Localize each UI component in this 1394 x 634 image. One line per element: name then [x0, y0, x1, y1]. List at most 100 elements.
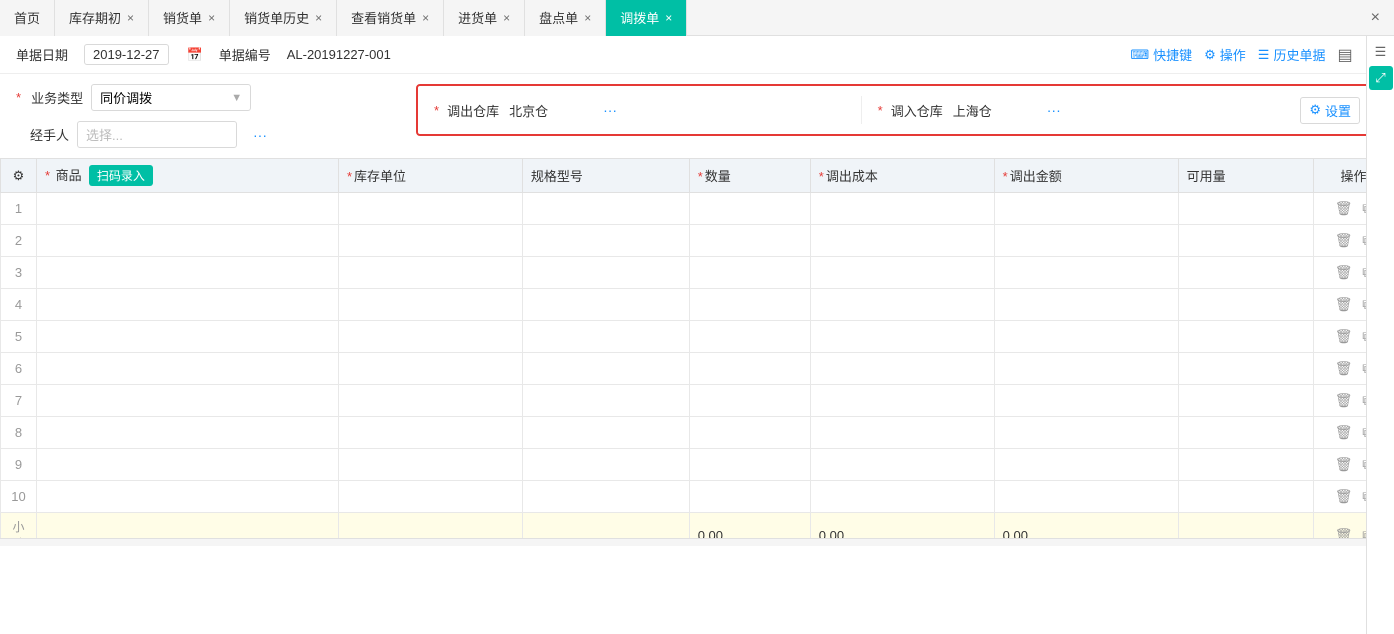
tab-purchase-close[interactable]: ×	[503, 11, 510, 25]
business-type-select[interactable]: 同价调拨 ▼	[91, 84, 251, 111]
cell-unit-4[interactable]	[338, 289, 522, 321]
cell-amount-10[interactable]	[994, 481, 1178, 513]
tab-view-sales-close[interactable]: ×	[422, 11, 429, 25]
cell-spec-9[interactable]	[522, 449, 689, 481]
cell-goods-8[interactable]	[37, 417, 339, 449]
in-warehouse-more-btn[interactable]: ···	[1047, 102, 1061, 118]
cell-spec-1[interactable]	[522, 193, 689, 225]
cell-cost-1[interactable]	[810, 193, 994, 225]
cell-cost-5[interactable]	[810, 321, 994, 353]
delete-icon-3[interactable]: 🗑	[1335, 264, 1353, 280]
cell-qty-10[interactable]	[689, 481, 810, 513]
cell-spec-7[interactable]	[522, 385, 689, 417]
cell-cost-7[interactable]	[810, 385, 994, 417]
calendar-icon[interactable]: 📅	[187, 47, 203, 63]
cell-unit-5[interactable]	[338, 321, 522, 353]
handler-select[interactable]: 选择...	[77, 121, 237, 148]
tab-close-all[interactable]: ×	[1357, 0, 1394, 36]
action-btn[interactable]: ⚙ 操作	[1204, 45, 1246, 64]
layout-btn1[interactable]: ▤	[1337, 45, 1352, 65]
cell-qty-8[interactable]	[689, 417, 810, 449]
date-value[interactable]: 2019-12-27	[84, 44, 169, 65]
delete-icon-6[interactable]: 🗑	[1335, 360, 1353, 376]
sidebar-expand-icon[interactable]: ⤢	[1369, 66, 1393, 90]
cell-spec-5[interactable]	[522, 321, 689, 353]
delete-icon-5[interactable]: 🗑	[1335, 328, 1353, 344]
cell-amount-4[interactable]	[994, 289, 1178, 321]
cell-unit-3[interactable]	[338, 257, 522, 289]
out-warehouse-more-btn[interactable]: ···	[603, 102, 617, 118]
cell-spec-3[interactable]	[522, 257, 689, 289]
cell-amount-8[interactable]	[994, 417, 1178, 449]
delete-icon-7[interactable]: 🗑	[1335, 392, 1353, 408]
cell-qty-6[interactable]	[689, 353, 810, 385]
cell-unit-7[interactable]	[338, 385, 522, 417]
cell-qty-9[interactable]	[689, 449, 810, 481]
scan-btn[interactable]: 扫码录入	[89, 165, 153, 186]
cell-cost-3[interactable]	[810, 257, 994, 289]
cell-cost-9[interactable]	[810, 449, 994, 481]
history-btn[interactable]: ☰ 历史单据	[1258, 45, 1326, 64]
cell-qty-2[interactable]	[689, 225, 810, 257]
cell-qty-5[interactable]	[689, 321, 810, 353]
tab-sales-history[interactable]: 销货单历史 ×	[230, 0, 337, 36]
cell-goods-2[interactable]	[37, 225, 339, 257]
tab-sales-order[interactable]: 销货单 ×	[149, 0, 230, 36]
tab-transfer[interactable]: 调拨单 ×	[606, 0, 687, 36]
delete-icon-4[interactable]: 🗑	[1335, 296, 1353, 312]
cell-spec-4[interactable]	[522, 289, 689, 321]
cell-goods-9[interactable]	[37, 449, 339, 481]
cell-goods-4[interactable]	[37, 289, 339, 321]
tab-transfer-close[interactable]: ×	[665, 11, 672, 25]
shortcut-btn[interactable]: ⌨ 快捷键	[1130, 45, 1192, 64]
cell-cost-10[interactable]	[810, 481, 994, 513]
cell-amount-3[interactable]	[994, 257, 1178, 289]
cell-goods-7[interactable]	[37, 385, 339, 417]
tab-stocktake-close[interactable]: ×	[584, 11, 591, 25]
cell-goods-3[interactable]	[37, 257, 339, 289]
cell-qty-4[interactable]	[689, 289, 810, 321]
cell-spec-2[interactable]	[522, 225, 689, 257]
tab-home[interactable]: 首页	[0, 0, 55, 36]
cell-amount-9[interactable]	[994, 449, 1178, 481]
subtotal-delete-icon[interactable]: 🗑	[1335, 527, 1353, 539]
cell-spec-10[interactable]	[522, 481, 689, 513]
tab-purchase[interactable]: 进货单 ×	[444, 0, 525, 36]
tab-inventory-init[interactable]: 库存期初 ×	[55, 0, 149, 36]
cell-amount-7[interactable]	[994, 385, 1178, 417]
cell-amount-6[interactable]	[994, 353, 1178, 385]
cell-amount-1[interactable]	[994, 193, 1178, 225]
cell-goods-6[interactable]	[37, 353, 339, 385]
th-settings[interactable]: ⚙	[1, 159, 37, 193]
cell-spec-6[interactable]	[522, 353, 689, 385]
cell-amount-2[interactable]	[994, 225, 1178, 257]
settings-btn[interactable]: ⚙ 设置	[1300, 97, 1360, 124]
tab-sales-order-close[interactable]: ×	[208, 11, 215, 25]
cell-qty-3[interactable]	[689, 257, 810, 289]
tab-sales-history-close[interactable]: ×	[315, 11, 322, 25]
cell-amount-5[interactable]	[994, 321, 1178, 353]
cell-unit-1[interactable]	[338, 193, 522, 225]
tab-view-sales[interactable]: 查看销货单 ×	[337, 0, 444, 36]
cell-unit-8[interactable]	[338, 417, 522, 449]
cell-qty-1[interactable]	[689, 193, 810, 225]
cell-unit-9[interactable]	[338, 449, 522, 481]
cell-qty-7[interactable]	[689, 385, 810, 417]
cell-cost-8[interactable]	[810, 417, 994, 449]
delete-icon-9[interactable]: 🗑	[1335, 456, 1353, 472]
tab-stocktake[interactable]: 盘点单 ×	[525, 0, 606, 36]
cell-unit-2[interactable]	[338, 225, 522, 257]
cell-goods-10[interactable]	[37, 481, 339, 513]
sidebar-list-icon[interactable]: ☰	[1369, 40, 1393, 64]
delete-icon-8[interactable]: 🗑	[1335, 424, 1353, 440]
cell-cost-4[interactable]	[810, 289, 994, 321]
cell-goods-5[interactable]	[37, 321, 339, 353]
settings-col-icon[interactable]: ⚙	[13, 168, 25, 183]
delete-icon-2[interactable]: 🗑	[1335, 232, 1353, 248]
cell-cost-6[interactable]	[810, 353, 994, 385]
cell-cost-2[interactable]	[810, 225, 994, 257]
cell-unit-10[interactable]	[338, 481, 522, 513]
cell-goods-1[interactable]	[37, 193, 339, 225]
cell-spec-8[interactable]	[522, 417, 689, 449]
handler-more-btn[interactable]: ···	[253, 127, 267, 143]
